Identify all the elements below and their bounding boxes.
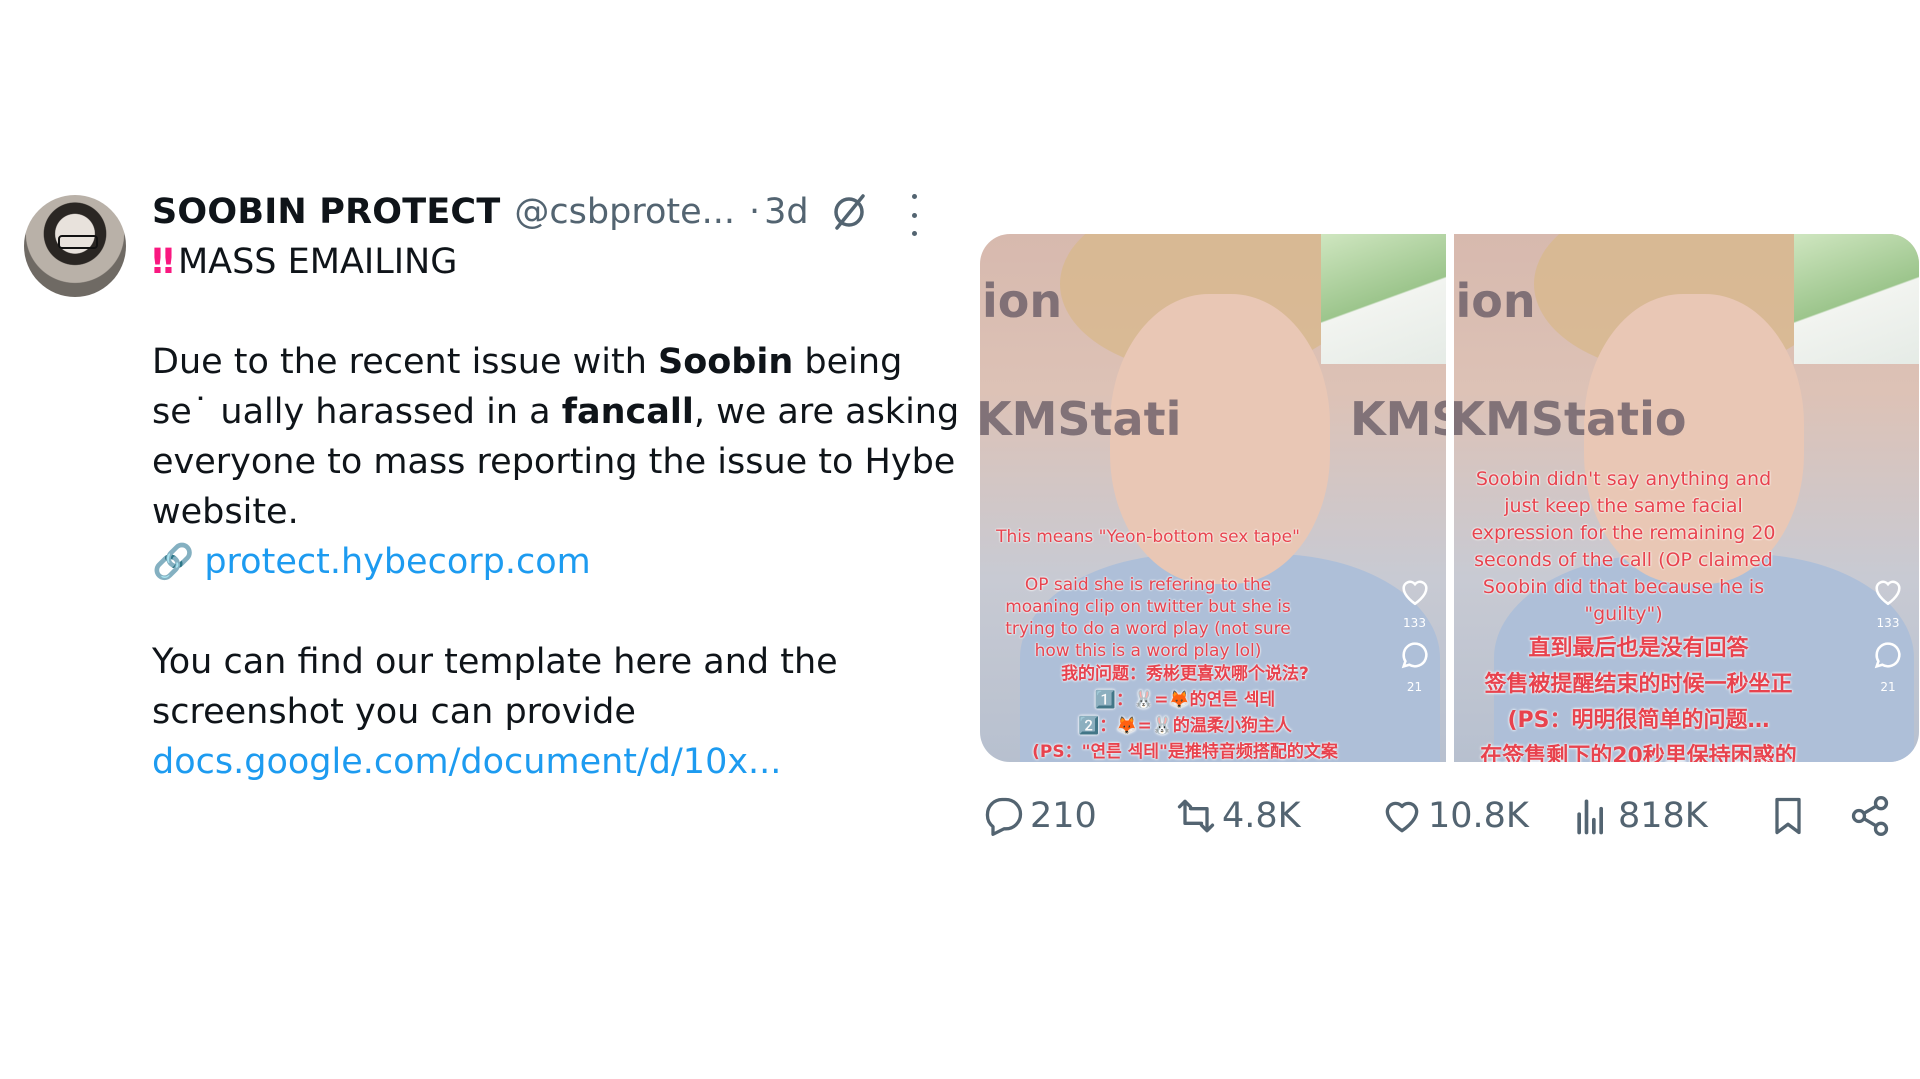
tweet-header: SOOBIN PROTECT @csbprote... · 3d bbox=[152, 188, 871, 236]
share-button[interactable] bbox=[1848, 790, 1896, 842]
caption-cn-2: 1️⃣：🐰=🦊的연른 섹테 bbox=[1094, 690, 1276, 710]
bookmark-icon bbox=[1775, 797, 1801, 835]
caption-cn-right-3: (PS：明明很简单的问题… bbox=[1507, 708, 1770, 733]
caption-cn-3: 2️⃣：🦊=🐰的温柔小狗主人 bbox=[1078, 716, 1292, 736]
link-icon: 🔗 bbox=[152, 542, 195, 582]
paragraph1-line4: website. bbox=[152, 492, 299, 532]
handle[interactable]: @csbprote... bbox=[514, 192, 735, 232]
link-hybecorp[interactable]: protect.hybecorp.com bbox=[204, 542, 590, 582]
views-count: 818K bbox=[1618, 796, 1708, 836]
views-button[interactable]: 818K bbox=[1570, 790, 1708, 842]
media-frame-right: ion KMStatio Soobin didn't say anything … bbox=[1453, 234, 1919, 762]
heart-icon bbox=[1401, 580, 1428, 606]
bookmark-button[interactable] bbox=[1766, 790, 1814, 842]
caption-en-1: This means "Yeon-bottom sex tape" bbox=[996, 527, 1300, 547]
repost-button[interactable]: 4.8K bbox=[1174, 790, 1301, 842]
comment-icon bbox=[1401, 642, 1428, 669]
caption-cn-right-4: 在签售剩下的20秒里保持困惑的表情 bbox=[1480, 744, 1797, 762]
caption-cn-right-1: 直到最后也是没有回答 bbox=[1528, 636, 1749, 661]
side-icons-left: 133 21 bbox=[1398, 574, 1432, 694]
bold-soobin: Soobin bbox=[658, 342, 794, 382]
grok-icon[interactable] bbox=[827, 190, 871, 234]
like-count: 10.8K bbox=[1428, 796, 1529, 836]
paragraph1-line2: se˙ ually harassed in a fancall, we are … bbox=[152, 392, 960, 432]
separator: · bbox=[749, 192, 761, 232]
paragraph1-line1: Due to the recent issue with Soobin bein… bbox=[152, 342, 903, 382]
paragraph1-line3: everyone to mass reporting the issue to … bbox=[152, 442, 956, 482]
display-name[interactable]: SOOBIN PROTECT bbox=[152, 192, 500, 232]
comment-count-left: 21 bbox=[1406, 680, 1423, 694]
action-bar: 210 4.8K 10.8K 818K bbox=[982, 790, 1900, 842]
reply-count: 210 bbox=[1030, 796, 1097, 836]
media-frame-left: ion KMStati KMS This means "Yeon-bottom … bbox=[980, 234, 1446, 762]
views-icon bbox=[1577, 799, 1603, 835]
avatar-glasses bbox=[58, 235, 98, 249]
share-icon bbox=[1851, 796, 1889, 836]
comment-count-right: 21 bbox=[1880, 680, 1896, 694]
like-icon bbox=[1385, 801, 1419, 833]
like-count-right: 133 bbox=[1876, 616, 1900, 630]
tweet-text: ‼ MASS EMAILING Due to the recent issue w… bbox=[152, 237, 960, 787]
caption-cn-1: 我的问题：秀彬更喜欢哪个说法? bbox=[1061, 664, 1309, 684]
comment-icon bbox=[1874, 642, 1901, 669]
heart-icon bbox=[1875, 580, 1901, 606]
tweet-title: ‼ MASS EMAILING bbox=[152, 237, 942, 287]
repost-count: 4.8K bbox=[1222, 796, 1301, 836]
caption-en-right: Soobin didn't say anything and just keep… bbox=[1471, 468, 1776, 625]
side-icons-right: 133 21 bbox=[1871, 574, 1905, 694]
bold-fancall: fancall bbox=[561, 392, 694, 432]
link-google-docs[interactable]: docs.google.com/document/d/10x... bbox=[152, 742, 781, 782]
paragraph2-line1: You can find our template here and the bbox=[152, 642, 838, 682]
like-button[interactable]: 10.8K bbox=[1380, 790, 1529, 842]
timestamp[interactable]: 3d bbox=[764, 192, 809, 232]
reply-button[interactable]: 210 bbox=[982, 790, 1097, 842]
reply-icon bbox=[985, 797, 1023, 836]
repost-icon bbox=[1177, 799, 1215, 833]
like-count-left: 133 bbox=[1403, 616, 1426, 630]
double-exclamation-icon: ‼ bbox=[152, 242, 174, 282]
avatar[interactable] bbox=[24, 195, 126, 297]
link1-row: 🔗 protect.hybecorp.com bbox=[152, 537, 942, 587]
more-icon[interactable] bbox=[900, 194, 928, 236]
caption-cn-right-2: 签售被提醒结束的时候一秒坐正 bbox=[1484, 672, 1793, 697]
inset-photo bbox=[1794, 234, 1919, 364]
paragraph2-line2: screenshot you can provide bbox=[152, 692, 636, 732]
inset-photo bbox=[1320, 234, 1446, 364]
media-image[interactable]: ion KMStati KMS This means "Yeon-bottom … bbox=[980, 234, 1919, 762]
title-text: MASS EMAILING bbox=[177, 242, 458, 282]
caption-cn-4: (PS："연른 섹테"是推特音频搭配的文案 bbox=[1032, 742, 1338, 762]
caption-en-2: OP said she is refering to the moaning c… bbox=[1005, 575, 1291, 661]
